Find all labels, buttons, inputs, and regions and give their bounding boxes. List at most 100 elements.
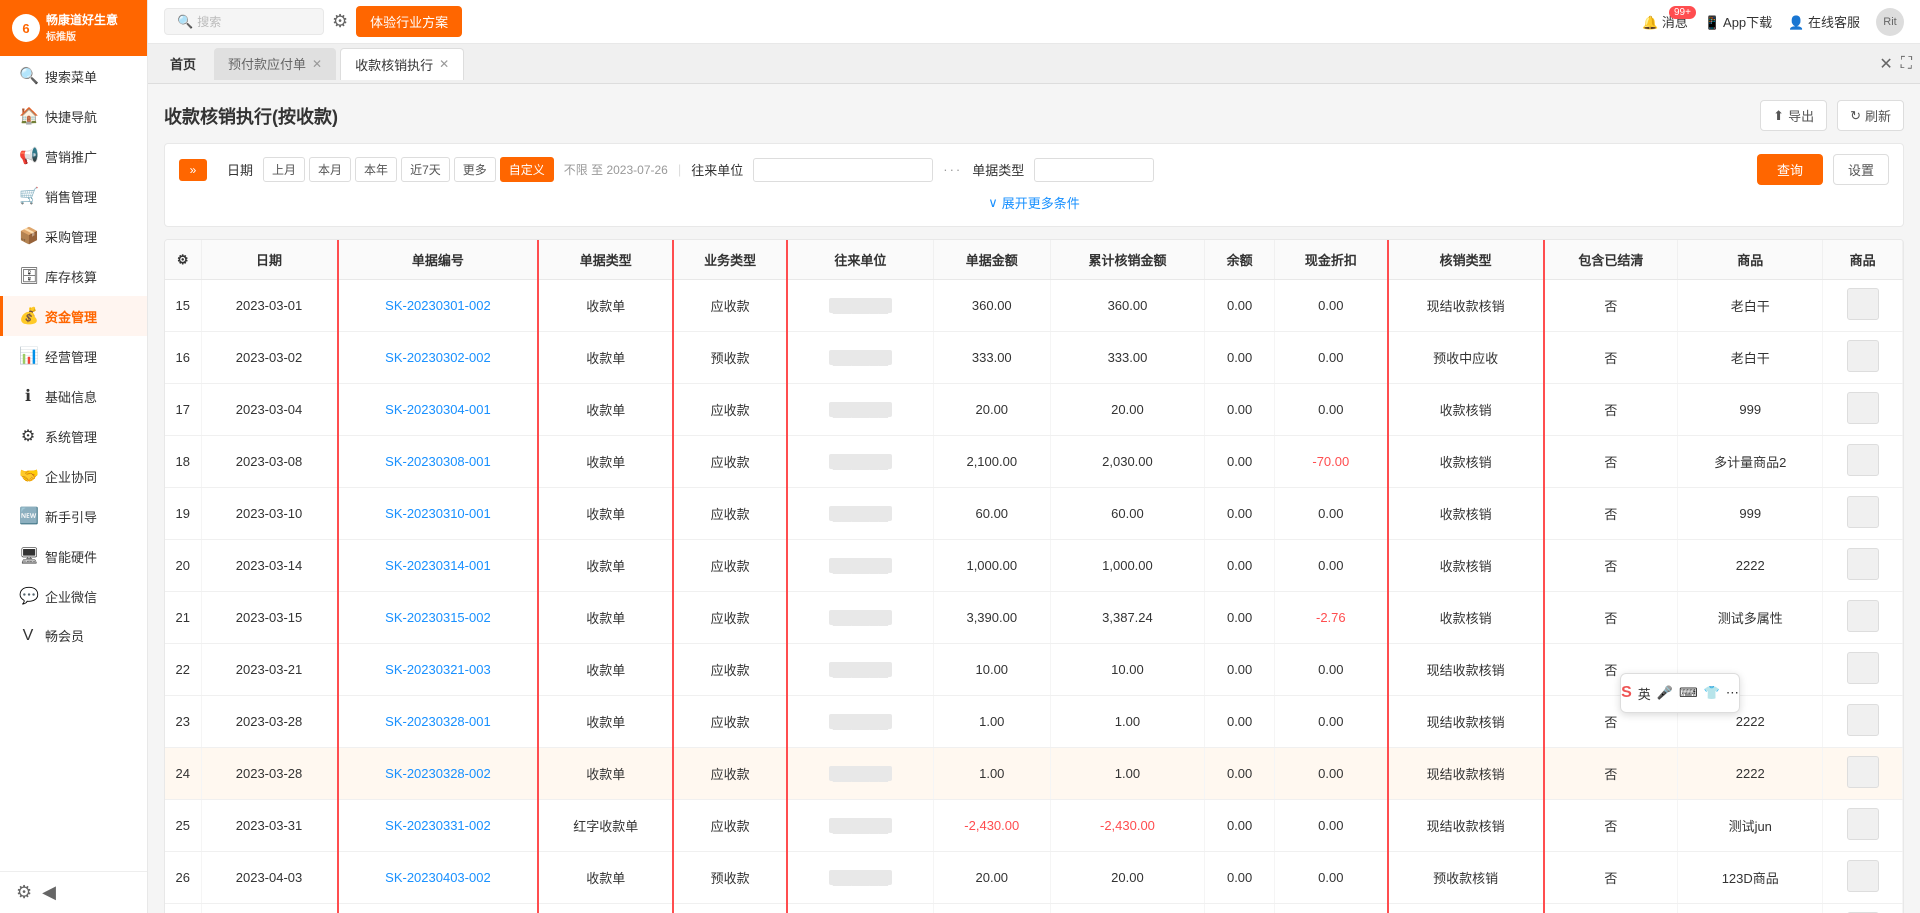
filter-toggle[interactable]: »	[179, 159, 207, 181]
cell-writeoff-type: 现结收款核销	[1388, 748, 1544, 800]
sidebar: 6 畅康道好生意 标推版 🔍搜索菜单🏠快捷导航📢营销推广🛒销售管理📦采购管理🗄库…	[0, 0, 148, 913]
voucher-link[interactable]: SK-20230315-002	[385, 610, 491, 625]
filter-settings-button[interactable]: 设置	[1833, 154, 1889, 185]
table-row: 17 2023-03-04 SK-20230304-001 收款单 应收款 ██…	[165, 384, 1903, 436]
voucher-link[interactable]: SK-20230308-001	[385, 454, 491, 469]
tab-writeoff[interactable]: 收款核销执行 ✕	[340, 48, 464, 80]
sidebar-item-hardware[interactable]: 🖥智能硬件	[0, 536, 147, 576]
filter-counterpart-input[interactable]	[753, 158, 933, 182]
collapse-icon[interactable]: ◀	[42, 882, 56, 903]
sidebar-item-sales[interactable]: 🛒销售管理	[0, 176, 147, 216]
sidebar-item-finance[interactable]: 💰资金管理	[0, 296, 147, 336]
filter-voucher-type-select[interactable]	[1034, 158, 1154, 182]
filter-7days[interactable]: 近7天	[401, 157, 450, 182]
query-button[interactable]: 查询	[1757, 154, 1823, 185]
cell-voucher-no: SK-20230403-002	[338, 852, 539, 904]
cell-voucher-type: 收款单	[538, 904, 673, 913]
expand-more-button[interactable]: ∨ 展开更多条件	[980, 189, 1088, 216]
message-button[interactable]: 🔔 消息 99+	[1642, 12, 1688, 31]
enterprise-icon: 🤝	[19, 466, 37, 486]
nav-label-basic: 基础信息	[45, 387, 97, 406]
cell-voucher-no: SK-20230310-001	[338, 488, 539, 540]
cell-goods-img	[1823, 748, 1903, 800]
tab-receivable-close[interactable]: ✕	[312, 57, 322, 71]
online-service-button[interactable]: 👤 在线客服	[1788, 12, 1860, 31]
sidebar-item-shortcut[interactable]: 🏠快捷导航	[0, 96, 147, 136]
avatar[interactable]: Rit	[1876, 8, 1904, 36]
cell-cash-discount: 0.00	[1275, 488, 1388, 540]
table-row: 19 2023-03-10 SK-20230310-001 收款单 应收款 ██…	[165, 488, 1903, 540]
th-cash-discount: 现金折扣	[1275, 240, 1388, 280]
sidebar-item-marketing[interactable]: 📢营销推广	[0, 136, 147, 176]
settings-icon[interactable]: ⚙	[16, 882, 32, 903]
nav-label-system: 系统管理	[45, 427, 97, 446]
cell-amount: 20.00	[933, 384, 1050, 436]
cell-biz-type: 应收款	[673, 748, 787, 800]
cell-cash-discount: 0.00	[1275, 904, 1388, 913]
tab-expand-icon[interactable]: ⛶	[1901, 55, 1912, 73]
tab-close-all-icon[interactable]: ✕	[1879, 54, 1892, 74]
filter-expand-row: ∨ 展开更多条件	[179, 189, 1889, 216]
export-button[interactable]: ⬆ 导出	[1760, 100, 1827, 131]
topbar-search[interactable]: 🔍 搜索	[164, 8, 324, 35]
voucher-link[interactable]: SK-20230403-002	[385, 870, 491, 885]
cell-goods: 测试jun	[1678, 800, 1823, 852]
sidebar-item-operations[interactable]: 📊经营管理	[0, 336, 147, 376]
inventory-icon: 🗄	[19, 266, 37, 286]
voucher-link[interactable]: SK-20230310-001	[385, 506, 491, 521]
filter-last-month[interactable]: 上月	[263, 157, 305, 182]
voucher-link[interactable]: SK-20230304-001	[385, 402, 491, 417]
cell-date: 2023-03-10	[201, 488, 338, 540]
sidebar-item-member[interactable]: V畅会员	[0, 616, 147, 655]
cell-goods-img	[1823, 696, 1903, 748]
cell-writeoff-amount: 60.00	[1050, 488, 1204, 540]
tab-receivable[interactable]: 预付款应付单 ✕	[214, 48, 336, 80]
logo-sub: 标推版	[46, 28, 118, 43]
cell-goods: 2222	[1678, 540, 1823, 592]
sidebar-item-weixin[interactable]: 💬企业微信	[0, 576, 147, 616]
refresh-button[interactable]: ↻ 刷新	[1837, 100, 1904, 131]
sidebar-bottom: ⚙ ◀	[0, 871, 147, 913]
column-settings-icon[interactable]: ⚙	[177, 252, 189, 267]
topbar-right: 🔔 消息 99+ 📱 App下载 👤 在线客服 Rit	[1642, 8, 1904, 36]
filter-this-year[interactable]: 本年	[355, 157, 397, 182]
tab-home[interactable]: 首页	[156, 48, 210, 80]
sidebar-item-search[interactable]: 🔍搜索菜单	[0, 56, 147, 96]
filter-custom[interactable]: 自定义	[500, 157, 554, 182]
tab-writeoff-close[interactable]: ✕	[439, 57, 449, 71]
voucher-link[interactable]: SK-20230328-002	[385, 766, 491, 781]
gear-icon[interactable]: ⚙	[332, 11, 348, 32]
voucher-link[interactable]: SK-20230301-002	[385, 298, 491, 313]
app-download-button[interactable]: 📱 App下载	[1704, 12, 1772, 31]
voucher-link[interactable]: SK-20230302-002	[385, 350, 491, 365]
th-settings[interactable]: ⚙	[165, 240, 201, 280]
filter-more[interactable]: 更多	[454, 157, 496, 182]
cell-biz-type: 应收款	[673, 540, 787, 592]
sidebar-item-purchase[interactable]: 📦采购管理	[0, 216, 147, 256]
cell-counterpart: ██████	[787, 280, 933, 332]
sidebar-item-system[interactable]: ⚙系统管理	[0, 416, 147, 456]
cell-writeoff-amount: 100.00	[1050, 904, 1204, 913]
cell-writeoff-amount: 333.00	[1050, 332, 1204, 384]
sidebar-item-enterprise[interactable]: 🤝企业协同	[0, 456, 147, 496]
voucher-link[interactable]: SK-20230321-003	[385, 662, 491, 677]
cell-voucher-no: SK-20230328-001	[338, 696, 539, 748]
sidebar-item-basic[interactable]: ℹ基础信息	[0, 376, 147, 416]
cell-cash-discount: -70.00	[1275, 436, 1388, 488]
voucher-link[interactable]: SK-20230331-002	[385, 818, 491, 833]
cell-date: 2023-03-08	[201, 436, 338, 488]
sidebar-item-inventory[interactable]: 🗄库存核算	[0, 256, 147, 296]
cell-amount: 2,100.00	[933, 436, 1050, 488]
th-counterpart: 往来单位	[787, 240, 933, 280]
marketing-icon: 📢	[19, 146, 37, 166]
nav-label-sales: 销售管理	[45, 187, 97, 206]
solution-button[interactable]: 体验行业方案	[356, 6, 462, 37]
cell-include-settled: 否	[1544, 852, 1678, 904]
cell-amount: 1.00	[933, 696, 1050, 748]
voucher-link[interactable]: SK-20230328-001	[385, 714, 491, 729]
sidebar-item-guide[interactable]: 🆕新手引导	[0, 496, 147, 536]
cell-writeoff-type: 现结收款核销	[1388, 644, 1544, 696]
cell-cash-discount: 0.00	[1275, 644, 1388, 696]
voucher-link[interactable]: SK-20230314-001	[385, 558, 491, 573]
filter-this-month[interactable]: 本月	[309, 157, 351, 182]
